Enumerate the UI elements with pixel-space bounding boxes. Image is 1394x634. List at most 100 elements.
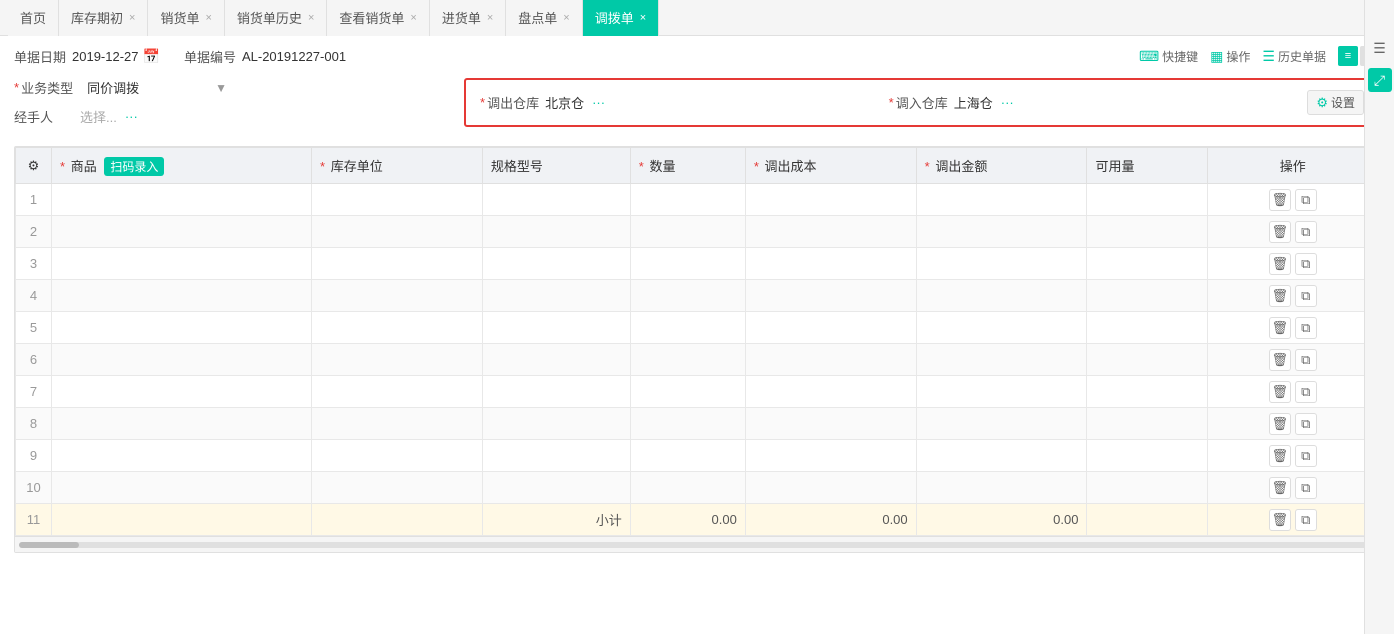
- tab-sales-history[interactable]: 销货单历史 ×: [225, 0, 327, 36]
- quantity-cell[interactable]: [630, 376, 745, 408]
- transfer-amount-cell[interactable]: [916, 216, 1087, 248]
- warehouse-in-ellipsis[interactable]: ···: [1001, 95, 1014, 110]
- unit-cell[interactable]: [312, 408, 483, 440]
- copy-row-icon[interactable]: ⧉: [1295, 221, 1317, 243]
- available-cell[interactable]: [1087, 184, 1207, 216]
- calendar-icon[interactable]: 📅: [143, 48, 160, 65]
- tab-close-sales-history[interactable]: ×: [308, 12, 314, 24]
- copy-row-icon[interactable]: ⧉: [1295, 317, 1317, 339]
- available-cell[interactable]: [1087, 408, 1207, 440]
- tab-view-sales[interactable]: 查看销货单 ×: [327, 0, 429, 36]
- transfer-amount-cell[interactable]: [916, 376, 1087, 408]
- available-cell[interactable]: [1087, 472, 1207, 504]
- unit-cell[interactable]: [312, 248, 483, 280]
- unit-cell[interactable]: [312, 344, 483, 376]
- product-cell[interactable]: [52, 312, 312, 344]
- manager-placeholder[interactable]: 选择...: [80, 107, 117, 126]
- copy-row-icon[interactable]: ⧉: [1295, 413, 1317, 435]
- product-cell[interactable]: [52, 344, 312, 376]
- quantity-cell[interactable]: [630, 440, 745, 472]
- quantity-cell[interactable]: [630, 312, 745, 344]
- tab-close-purchase-order[interactable]: ×: [487, 12, 493, 24]
- delete-row-icon[interactable]: 🗑: [1269, 221, 1291, 243]
- layout-btn-1[interactable]: ≡: [1338, 46, 1358, 66]
- available-cell[interactable]: [1087, 376, 1207, 408]
- transfer-cost-cell[interactable]: [745, 376, 916, 408]
- sidebar-expand-btn[interactable]: ⤢: [1368, 68, 1392, 92]
- unit-cell[interactable]: [312, 216, 483, 248]
- transfer-amount-cell[interactable]: [916, 184, 1087, 216]
- quantity-cell[interactable]: [630, 344, 745, 376]
- unit-cell[interactable]: [312, 440, 483, 472]
- tab-purchase-order[interactable]: 进货单 ×: [430, 0, 506, 36]
- unit-cell[interactable]: [312, 280, 483, 312]
- copy-row-icon[interactable]: ⧉: [1295, 253, 1317, 275]
- product-cell[interactable]: [52, 376, 312, 408]
- unit-cell[interactable]: [312, 472, 483, 504]
- transfer-cost-cell[interactable]: [745, 248, 916, 280]
- delete-row-icon[interactable]: 🗑: [1269, 253, 1291, 275]
- warehouse-in-value[interactable]: 上海仓: [954, 93, 993, 112]
- sidebar-list-btn[interactable]: ☰: [1368, 36, 1392, 60]
- spec-cell[interactable]: [482, 408, 630, 440]
- product-cell[interactable]: [52, 440, 312, 472]
- quantity-cell[interactable]: [630, 472, 745, 504]
- delete-row-icon[interactable]: 🗑: [1269, 189, 1291, 211]
- available-cell[interactable]: [1087, 216, 1207, 248]
- spec-cell[interactable]: [482, 280, 630, 312]
- transfer-cost-cell[interactable]: [745, 472, 916, 504]
- transfer-cost-cell[interactable]: [745, 184, 916, 216]
- delete-row-icon[interactable]: 🗑: [1269, 349, 1291, 371]
- copy-row-icon[interactable]: ⧉: [1295, 477, 1317, 499]
- transfer-cost-cell[interactable]: [745, 408, 916, 440]
- transfer-amount-cell[interactable]: [916, 472, 1087, 504]
- quantity-cell[interactable]: [630, 280, 745, 312]
- warehouse-out-value[interactable]: 北京仓: [545, 93, 584, 112]
- tab-close-stocktake[interactable]: ×: [563, 12, 569, 24]
- delete-row-icon[interactable]: 🗑: [1269, 381, 1291, 403]
- product-cell[interactable]: [52, 216, 312, 248]
- spec-cell[interactable]: [482, 472, 630, 504]
- delete-row-icon[interactable]: 🗑: [1269, 445, 1291, 467]
- product-cell[interactable]: [52, 248, 312, 280]
- delete-row-icon[interactable]: 🗑: [1269, 317, 1291, 339]
- copy-row-icon[interactable]: ⧉: [1295, 285, 1317, 307]
- copy-icon[interactable]: ⧉: [1295, 509, 1317, 531]
- spec-cell[interactable]: [482, 184, 630, 216]
- quantity-cell[interactable]: [630, 408, 745, 440]
- quantity-cell[interactable]: [630, 184, 745, 216]
- spec-cell[interactable]: [482, 248, 630, 280]
- spec-cell[interactable]: [482, 216, 630, 248]
- transfer-cost-cell[interactable]: [745, 216, 916, 248]
- copy-row-icon[interactable]: ⧉: [1295, 189, 1317, 211]
- product-cell[interactable]: [52, 280, 312, 312]
- transfer-amount-cell[interactable]: [916, 248, 1087, 280]
- th-settings[interactable]: ⚙: [16, 148, 52, 184]
- product-cell[interactable]: [52, 472, 312, 504]
- tab-close-transfer[interactable]: ×: [640, 12, 646, 24]
- delete-icon[interactable]: 🗑: [1269, 509, 1291, 531]
- tab-home[interactable]: 首页: [8, 0, 59, 36]
- copy-row-icon[interactable]: ⧉: [1295, 349, 1317, 371]
- available-cell[interactable]: [1087, 312, 1207, 344]
- shortcut-action[interactable]: ⌨ 快捷键: [1139, 48, 1198, 65]
- available-cell[interactable]: [1087, 440, 1207, 472]
- transfer-cost-cell[interactable]: [745, 344, 916, 376]
- scan-entry-button[interactable]: 扫码录入: [104, 157, 164, 176]
- settings-button[interactable]: ⚙ 设置: [1307, 90, 1364, 115]
- copy-row-icon[interactable]: ⧉: [1295, 445, 1317, 467]
- warehouse-out-ellipsis[interactable]: ···: [592, 95, 605, 110]
- business-type-dropdown-icon[interactable]: ▼: [215, 81, 227, 95]
- transfer-cost-cell[interactable]: [745, 312, 916, 344]
- quantity-cell[interactable]: [630, 216, 745, 248]
- history-action[interactable]: ☰ 历史单据: [1262, 48, 1326, 65]
- delete-row-icon[interactable]: 🗑: [1269, 413, 1291, 435]
- transfer-amount-cell[interactable]: [916, 440, 1087, 472]
- tab-close-inventory-init[interactable]: ×: [129, 12, 135, 24]
- tab-stocktake[interactable]: 盘点单 ×: [506, 0, 582, 36]
- spec-cell[interactable]: [482, 344, 630, 376]
- scroll-area[interactable]: [15, 536, 1379, 552]
- product-cell[interactable]: [52, 408, 312, 440]
- spec-cell[interactable]: [482, 312, 630, 344]
- transfer-cost-cell[interactable]: [745, 280, 916, 312]
